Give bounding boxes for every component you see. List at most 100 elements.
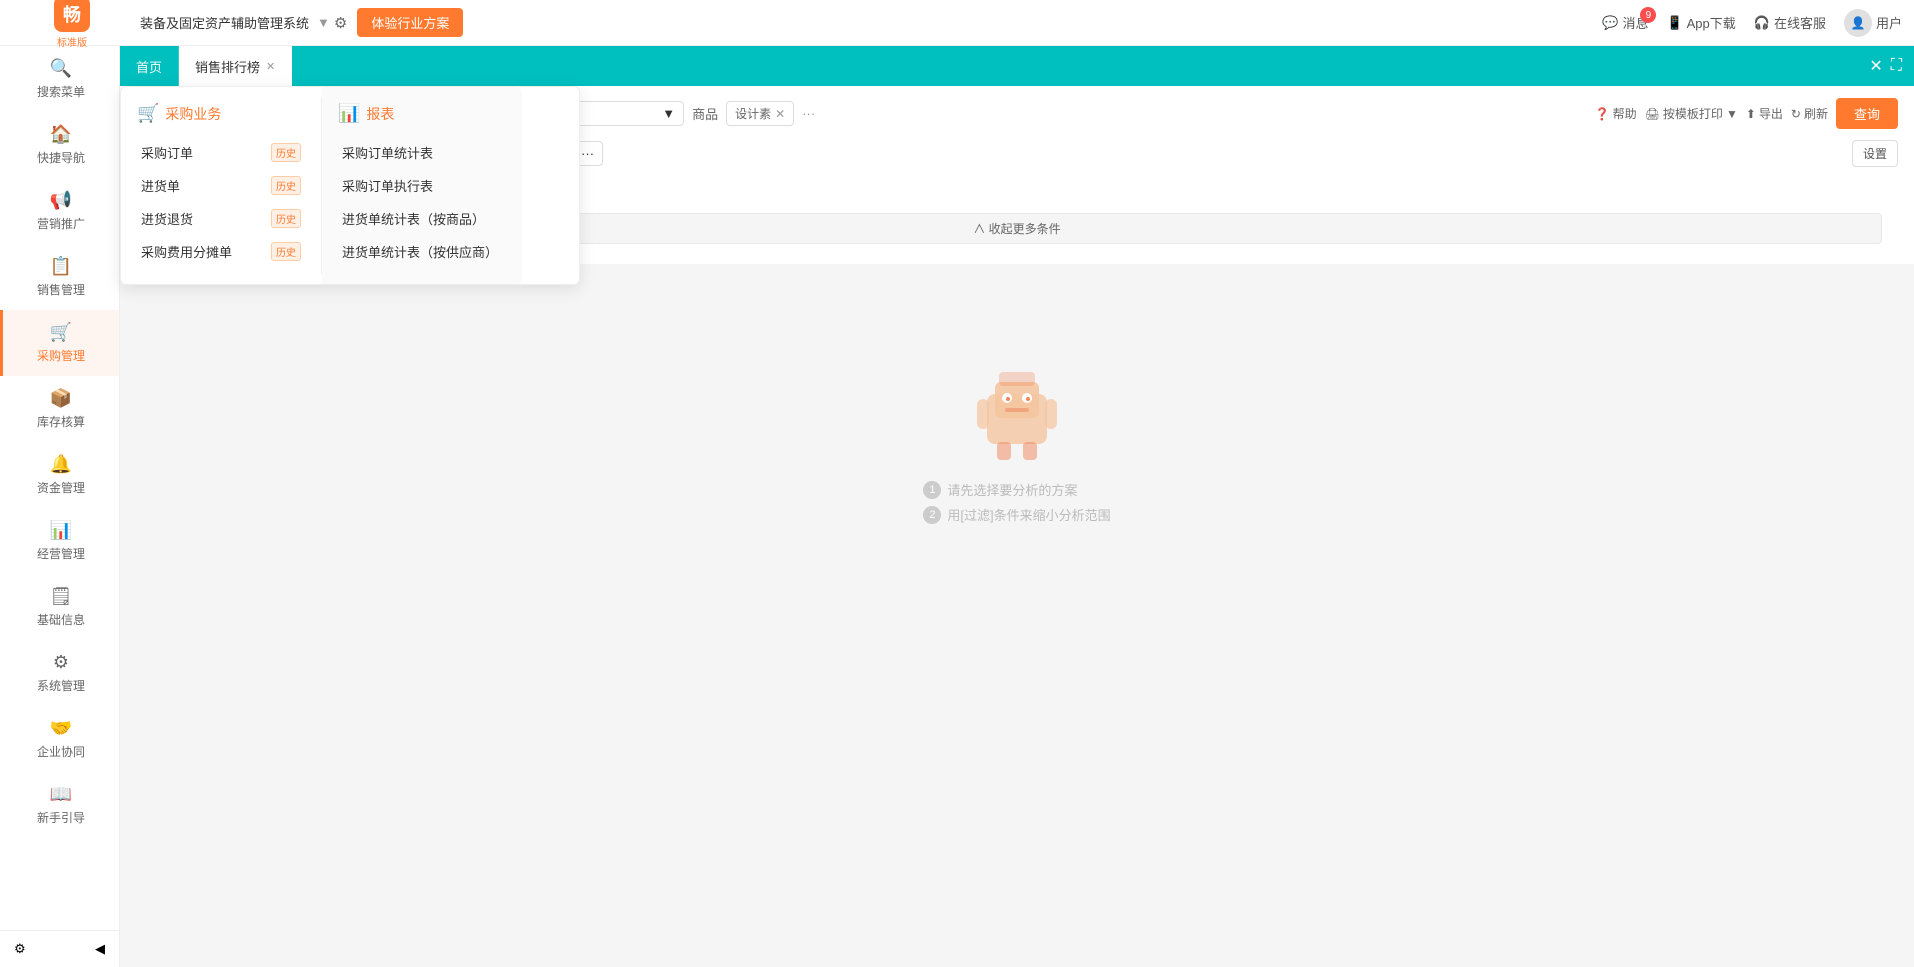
sidebar-item-finance[interactable]: 🔔 资金管理 <box>0 442 119 508</box>
purchase-business-title: 采购业务 <box>165 104 221 124</box>
query-button[interactable]: 查询 <box>1836 98 1898 129</box>
purchase-report-title: 报表 <box>366 104 394 124</box>
app-download-button[interactable]: 📱 App下载 <box>1666 13 1735 32</box>
purchase-report-section: 📊 报表 采购订单统计表 采购订单执行表 进货单统计表（按商品） 进货单统计表（… <box>322 87 522 284</box>
newbie-icon: 📖 <box>50 784 72 805</box>
purchase-dropdown-menu: 🛒 采购业务 采购订单 历史 进货单 历史 进货退货 历史 采购费用分摊单 历史… <box>120 86 580 285</box>
message-button[interactable]: 💬 消息 9 <box>1602 13 1648 32</box>
sidebar-item-label: 经营管理 <box>37 545 85 562</box>
headset-icon: 🎧 <box>1754 15 1770 31</box>
tab-sales-rank[interactable]: 销售排行榜 ✕ <box>179 46 292 86</box>
refresh-icon: ↻ <box>1791 107 1801 121</box>
user-button[interactable]: 👤 用户 <box>1844 9 1902 37</box>
help-icon: ❓ <box>1595 107 1610 121</box>
sidebar-item-marketing[interactable]: 📢 营销推广 <box>0 178 119 244</box>
online-service-button[interactable]: 🎧 在线客服 <box>1754 13 1826 32</box>
menu-item-label: 进货单统计表（按商品） <box>342 209 485 228</box>
sidebar-item-basic-info[interactable]: 🗒 基础信息 <box>0 574 119 640</box>
sidebar-item-purchase[interactable]: 🛒 采购管理 <box>0 310 119 376</box>
tab-bar: 首页 销售排行榜 ✕ ✕ ⛶ <box>120 46 1914 86</box>
inventory-icon: 📦 <box>50 388 72 409</box>
chevron-down-icon: ▼ <box>662 106 675 121</box>
menu-item-incoming-stats-supplier[interactable]: 进货单统计表（按供应商） <box>338 235 506 268</box>
enterprise-icon: 🤝 <box>50 718 72 739</box>
sidebar-bottom: ⚙ ◀ <box>0 930 119 967</box>
system-icon: ⚙ <box>53 652 69 673</box>
sidebar-item-label: 新手引导 <box>37 809 85 826</box>
menu-item-label: 采购订单执行表 <box>342 176 433 195</box>
goods-tag-remove[interactable]: ✕ <box>775 107 785 121</box>
logo-text: 标准版 <box>57 34 87 49</box>
sidebar: 🔍 搜索菜单 🏠 快捷导航 📢 营销推广 📋 销售管理 🛒 采购管理 📦 库存核… <box>0 46 120 967</box>
tab-home[interactable]: 首页 <box>120 46 179 86</box>
sidebar-item-quick[interactable]: 🏠 快捷导航 <box>0 112 119 178</box>
purchase-report-icon: 📊 <box>338 103 360 124</box>
goods-tag-text: 设计素 <box>735 105 771 122</box>
sidebar-item-label: 搜索菜单 <box>37 83 85 100</box>
menu-item-po-stats[interactable]: 采购订单统计表 <box>338 136 506 169</box>
refresh-button[interactable]: ↻ 刷新 <box>1791 105 1828 122</box>
service-label: 在线客服 <box>1774 13 1826 32</box>
sales-icon: 📋 <box>50 256 72 277</box>
menu-item-purchase-order[interactable]: 采购订单 历史 <box>137 136 305 169</box>
sidebar-item-label: 快捷导航 <box>37 149 85 166</box>
sidebar-item-enterprise[interactable]: 🤝 企业协同 <box>0 706 119 772</box>
sidebar-item-system[interactable]: ⚙ 系统管理 <box>0 640 119 706</box>
export-icon: ⬆ <box>1746 107 1756 121</box>
menu-item-label: 进货退货 <box>141 209 193 228</box>
collapse-icon: ∧ <box>973 222 985 236</box>
print-arrow-icon: ▼ <box>1726 107 1738 121</box>
sidebar-item-inventory[interactable]: 📦 库存核算 <box>0 376 119 442</box>
sidebar-item-newbie[interactable]: 📖 新手引导 <box>0 772 119 838</box>
tab-close-all-icon[interactable]: ✕ <box>1869 56 1882 76</box>
basic-info-icon: 🗒 <box>50 586 73 607</box>
menu-item-po-exec[interactable]: 采购订单执行表 <box>338 169 506 202</box>
system-title-text: 装备及固定资产辅助管理系统 <box>140 13 309 32</box>
purchase-icon: 🛒 <box>50 322 72 343</box>
empty-state: 1 请先选择要分析的方案 2 用[过滤]条件来缩小分析范围 <box>120 264 1914 604</box>
settings-btn[interactable]: 设置 <box>1852 140 1898 167</box>
system-title-area: 装备及固定资产辅助管理系统 ▼ <box>140 13 330 32</box>
tab-home-label: 首页 <box>136 57 162 76</box>
sidebar-item-label: 销售管理 <box>37 281 85 298</box>
sidebar-item-search[interactable]: 🔍 搜索菜单 <box>0 46 119 112</box>
hist-badge: 历史 <box>271 242 301 261</box>
avatar: 👤 <box>1844 9 1872 37</box>
print-button[interactable]: 🖨 按模板打印 ▼ <box>1645 105 1738 122</box>
purchase-report-header: 📊 报表 <box>338 103 506 124</box>
goods-more-icon[interactable]: ··· <box>802 106 815 121</box>
sidebar-settings-icon[interactable]: ⚙ <box>14 941 26 957</box>
menu-item-incoming-return[interactable]: 进货退货 历史 <box>137 202 305 235</box>
menu-item-purchase-expense[interactable]: 采购费用分摊单 历史 <box>137 235 305 268</box>
operation-icon: 📊 <box>50 520 72 541</box>
sidebar-collapse-icon[interactable]: ◀ <box>95 941 105 957</box>
sidebar-item-label: 库存核算 <box>37 413 85 430</box>
settings-icon[interactable]: ⚙ <box>334 14 347 32</box>
trial-button[interactable]: 体验行业方案 <box>357 8 463 37</box>
empty-step1-icon: 1 <box>923 481 941 499</box>
hist-badge: 历史 <box>271 143 301 162</box>
sidebar-item-label: 营销推广 <box>37 215 85 232</box>
purchase-business-section: 🛒 采购业务 采购订单 历史 进货单 历史 进货退货 历史 采购费用分摊单 历史 <box>121 87 321 284</box>
collapse-label: 收起更多条件 <box>989 222 1061 236</box>
sidebar-item-operation[interactable]: 📊 经营管理 <box>0 508 119 574</box>
menu-item-label: 采购订单统计表 <box>342 143 433 162</box>
export-button[interactable]: ⬆ 导出 <box>1746 105 1783 122</box>
home-icon: 🏠 <box>50 124 72 145</box>
empty-illustration <box>957 344 1077 464</box>
finance-icon: 🔔 <box>50 454 72 475</box>
message-icon: 💬 <box>1602 15 1618 31</box>
user-label: 用户 <box>1876 13 1902 32</box>
sidebar-item-sales[interactable]: 📋 销售管理 <box>0 244 119 310</box>
empty-line2: 用[过滤]条件来缩小分析范围 <box>947 505 1110 524</box>
sidebar-item-label: 系统管理 <box>37 677 85 694</box>
system-title-arrow[interactable]: ▼ <box>317 15 330 30</box>
menu-item-incoming-stats-goods[interactable]: 进货单统计表（按商品） <box>338 202 506 235</box>
tab-close-icon[interactable]: ✕ <box>266 60 275 73</box>
help-button[interactable]: ❓ 帮助 <box>1595 105 1637 122</box>
goods-label: 商品 <box>692 104 718 123</box>
goods-tag: 设计素 ✕ <box>726 101 794 126</box>
menu-item-incoming[interactable]: 进货单 历史 <box>137 169 305 202</box>
sidebar-item-label: 资金管理 <box>37 479 85 496</box>
tab-restore-icon[interactable]: ⛶ <box>1891 57 1902 75</box>
